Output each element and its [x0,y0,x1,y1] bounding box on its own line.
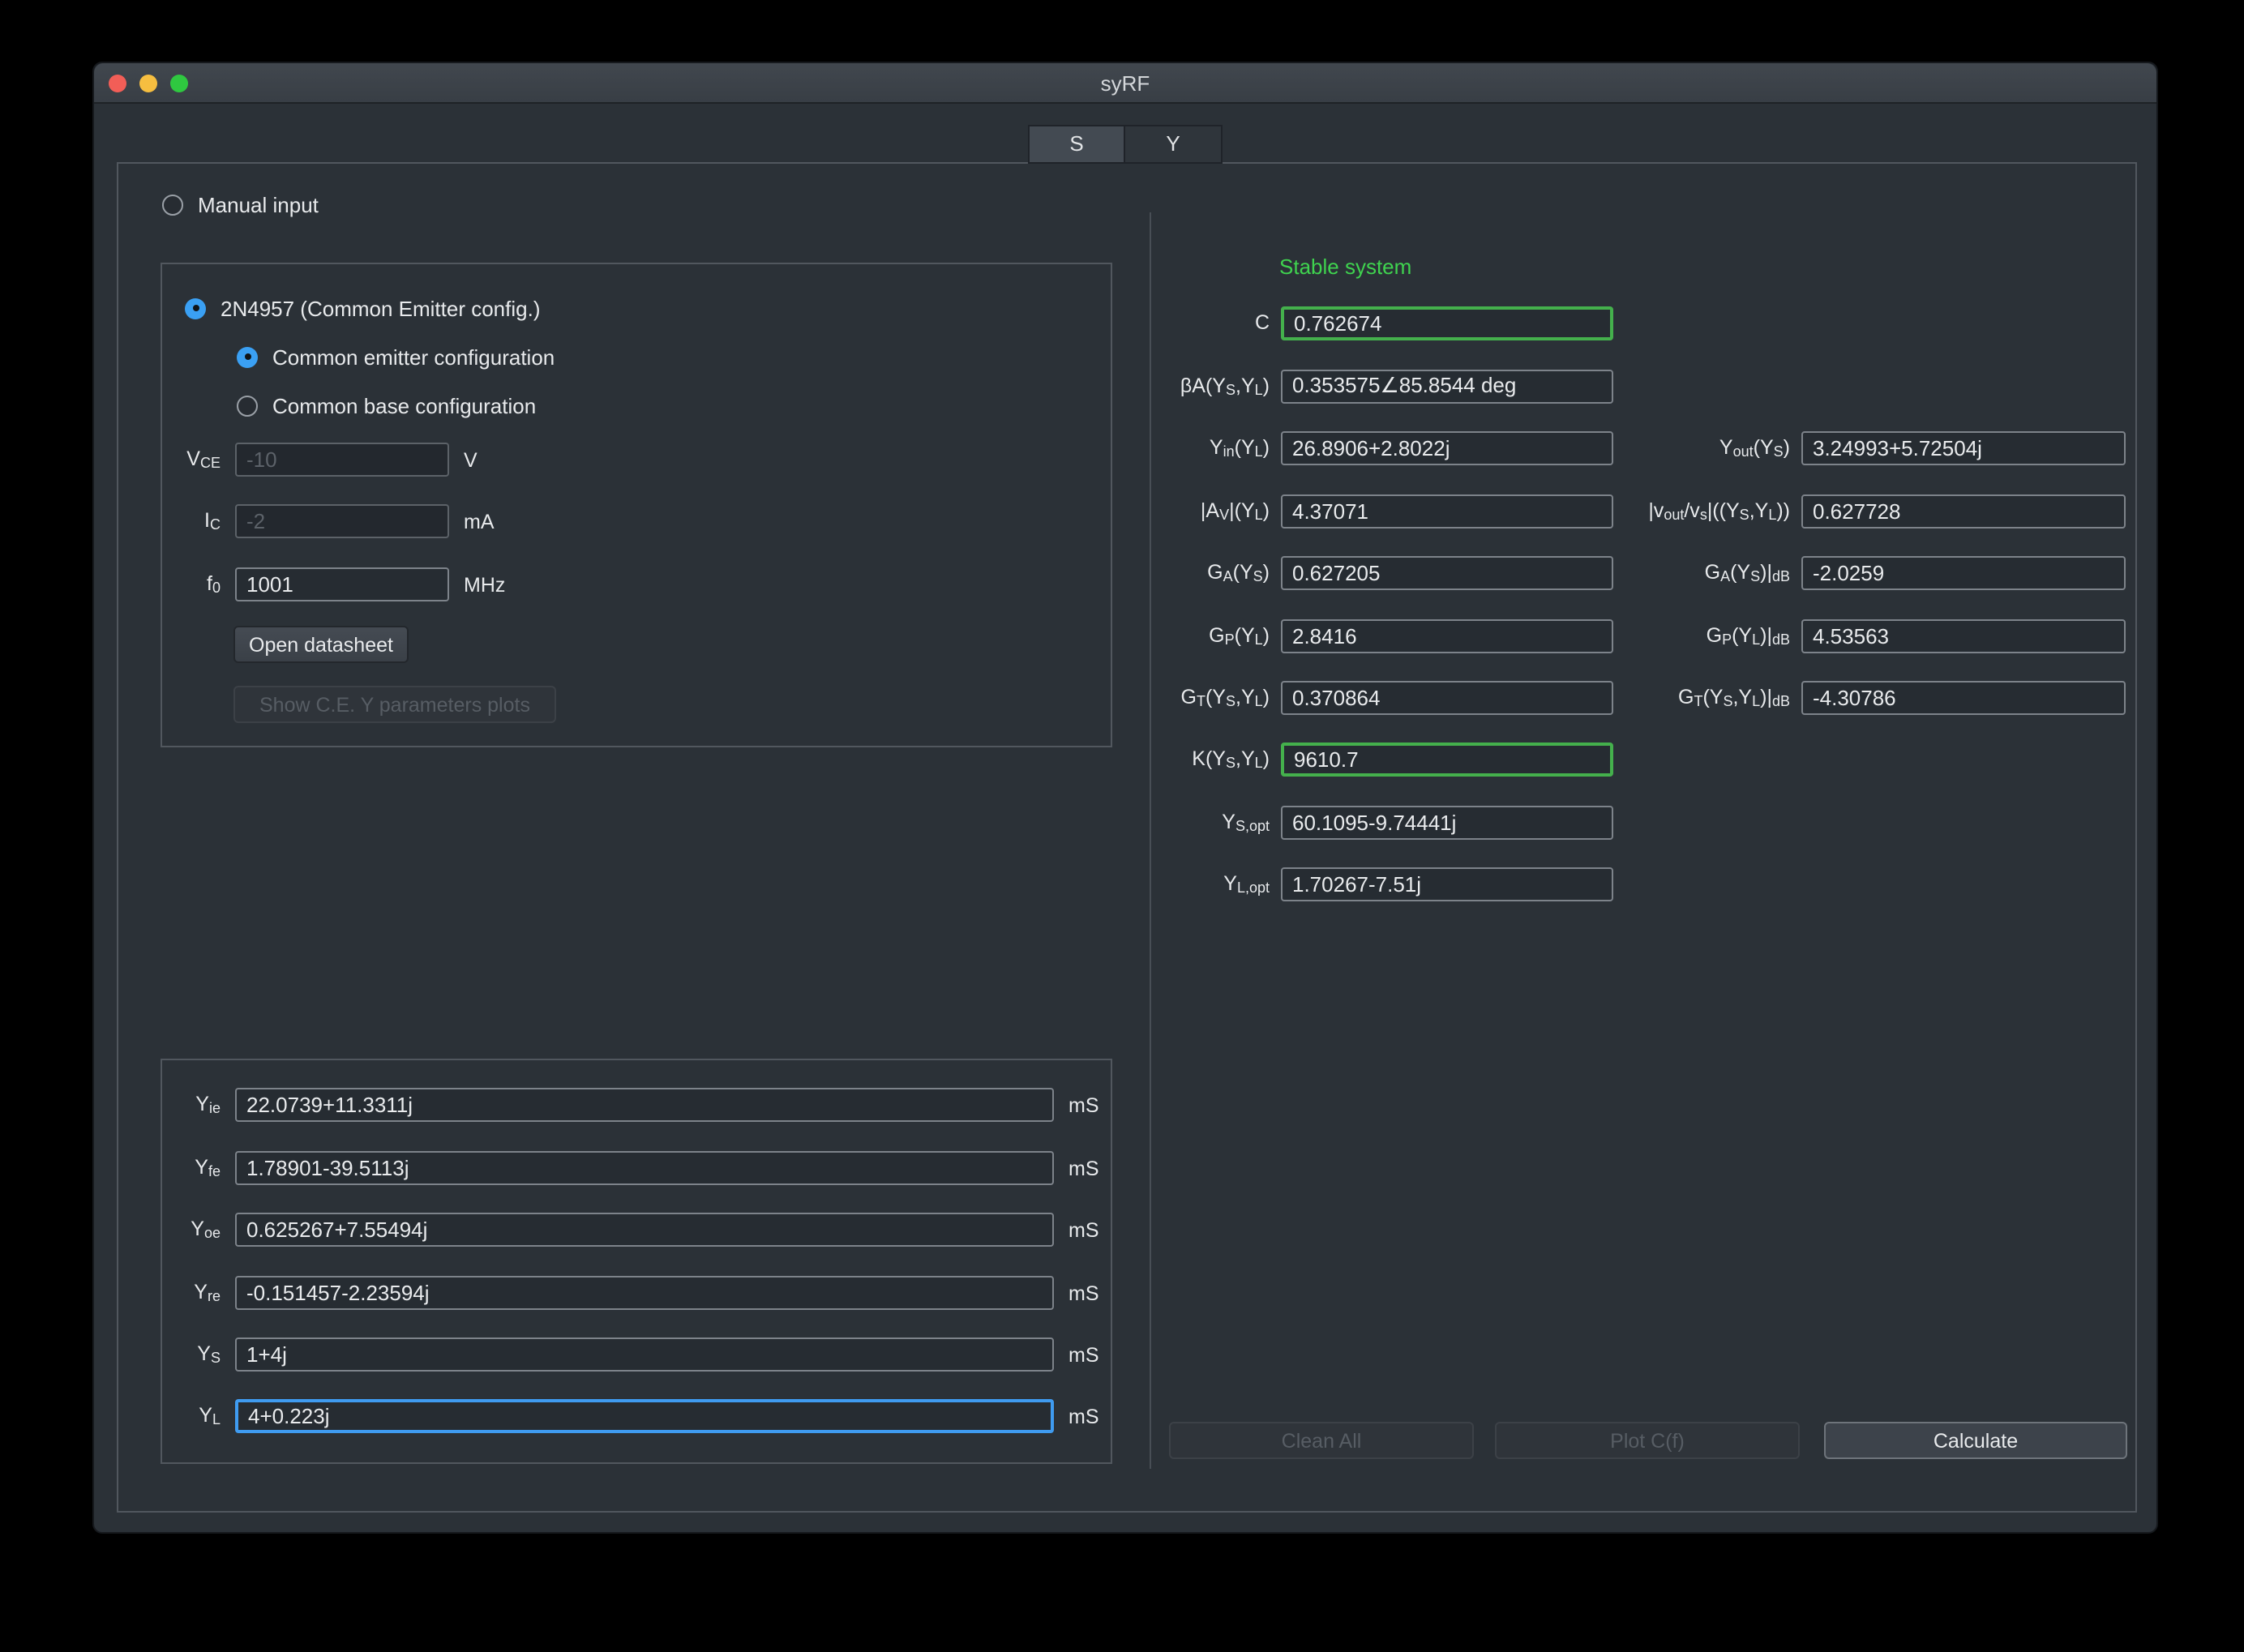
yout-label: Yout(YS) [1719,435,1790,460]
show-ce-plots-button: Show C.E. Y parameters plots [233,686,556,723]
yre-input[interactable] [235,1276,1054,1310]
yfe-row: Yfe mS [175,1151,1099,1185]
open-datasheet-button[interactable]: Open datasheet [233,626,409,663]
gt-db-field[interactable] [1801,680,2126,714]
app-window: syRF S Y Manual input 2N4957 (Common Emi… [92,62,2158,1534]
yre-row: Yre mS [175,1276,1099,1310]
vout-vs-field[interactable] [1801,494,2126,528]
yie-row: Yie mS [175,1088,1099,1122]
vce-unit: V [464,448,477,471]
transistor-groupbox: 2N4957 (Common Emitter config.) Common e… [161,263,1112,747]
result-row: βA(YS,YL) [1091,368,1613,404]
beta-a-field[interactable] [1281,369,1613,403]
device-radio[interactable]: 2N4957 (Common Emitter config.) [185,295,541,321]
yfe-label: Yfe [195,1156,221,1180]
manual-input-label: Manual input [198,192,319,216]
vce-row: VCE V [162,443,477,477]
clean-all-button: Clean All [1169,1422,1474,1459]
yout-field[interactable] [1801,430,2126,464]
gt-db-label: GT(YS,YL)|dB [1677,685,1790,709]
yre-unit: mS [1068,1282,1099,1304]
vce-input[interactable] [235,443,449,477]
manual-input-radio[interactable]: Manual input [162,191,319,217]
plot-cf-button: Plot C(f) [1495,1422,1800,1459]
ic-row: IC mA [162,504,495,538]
window-title: syRF [1100,71,1150,96]
gt-label: GT(YS,YL) [1180,685,1270,709]
f0-unit: MHz [464,573,506,596]
k-label: K(YS,YL) [1192,747,1270,771]
gp-db-label: GP(YL)|dB [1706,623,1790,648]
yin-label: Yin(YL) [1209,435,1270,460]
ys-opt-label: YS,opt [1222,810,1270,834]
result-row: C [1091,305,1613,340]
radio-unchecked-icon [237,395,258,416]
gp-db-field[interactable] [1801,618,2126,653]
result-row: GT(YS,YL)|dB [1506,679,2126,715]
av-label: |AV|(YL) [1200,499,1270,523]
c-label: C [1254,311,1270,334]
vout-vs-label: |vout/vs|((YS,YL)) [1648,499,1790,523]
result-row: K(YS,YL) [1091,741,1613,777]
radio-unchecked-icon [162,194,183,215]
yparams-groupbox: Yie mS Yfe mS Yoe mS Yre mS [161,1059,1112,1464]
result-row: YL,opt [1091,866,1613,901]
vce-label: VCE [186,447,221,472]
ys-input[interactable] [235,1337,1054,1372]
desktop: syRF S Y Manual input 2N4957 (Common Emi… [0,0,2244,1652]
result-row: GP(YL)|dB [1506,618,2126,653]
radio-checked-icon [185,297,206,319]
yl-unit: mS [1068,1405,1099,1427]
result-row: Yout(YS) [1506,430,2126,465]
ys-unit: mS [1068,1343,1099,1366]
tab-y[interactable]: Y [1125,125,1223,164]
yl-input[interactable] [235,1399,1054,1433]
f0-row: f0 MHz [162,567,505,601]
ic-label: IC [204,509,221,533]
radio-checked-icon [237,346,258,367]
common-emitter-radio[interactable]: Common emitter configuration [237,344,555,370]
tab-bar: S Y [1028,125,1223,164]
f0-input[interactable] [235,567,449,601]
ys-label: YS [197,1342,221,1367]
result-row: GA(YS)|dB [1506,554,2126,590]
yie-input[interactable] [235,1088,1054,1122]
titlebar: syRF [94,63,2156,104]
calculate-button[interactable]: Calculate [1824,1422,2127,1459]
stability-status: Stable system [1279,255,1412,279]
yl-label: YL [199,1404,221,1428]
common-base-label: Common base configuration [272,393,537,417]
ga-db-field[interactable] [1801,555,2126,589]
ic-unit: mA [464,510,495,533]
yre-label: Yre [194,1281,221,1305]
yfe-unit: mS [1068,1157,1099,1179]
yoe-label: Yoe [191,1218,221,1242]
yfe-input[interactable] [235,1151,1054,1185]
result-row: |vout/vs|((YS,YL)) [1506,493,2126,529]
ga-db-label: GA(YS)|dB [1704,560,1790,584]
ys-row: YS mS [175,1337,1099,1372]
result-row: YS,opt [1091,804,1613,840]
f0-label: f0 [207,572,221,597]
c-field[interactable] [1281,306,1613,340]
yie-unit: mS [1068,1093,1099,1116]
device-radio-label: 2N4957 (Common Emitter config.) [221,296,541,320]
gp-label: GP(YL) [1209,623,1270,648]
common-emitter-label: Common emitter configuration [272,345,555,369]
main-panel: Manual input 2N4957 (Common Emitter conf… [117,162,2137,1513]
yie-label: Yie [195,1093,221,1117]
beta-a-label: βA(YS,YL) [1180,374,1270,398]
yoe-row: Yoe mS [175,1213,1099,1247]
ys-opt-field[interactable] [1281,805,1613,839]
tab-s[interactable]: S [1028,125,1125,164]
yl-opt-label: YL,opt [1223,871,1270,896]
ic-input[interactable] [235,504,449,538]
yl-row: YL mS [175,1399,1099,1433]
k-field[interactable] [1281,742,1613,776]
common-base-radio[interactable]: Common base configuration [237,392,536,418]
yoe-input[interactable] [235,1213,1054,1247]
yl-opt-field[interactable] [1281,867,1613,901]
yoe-unit: mS [1068,1218,1099,1241]
ga-label: GA(YS) [1207,560,1270,584]
